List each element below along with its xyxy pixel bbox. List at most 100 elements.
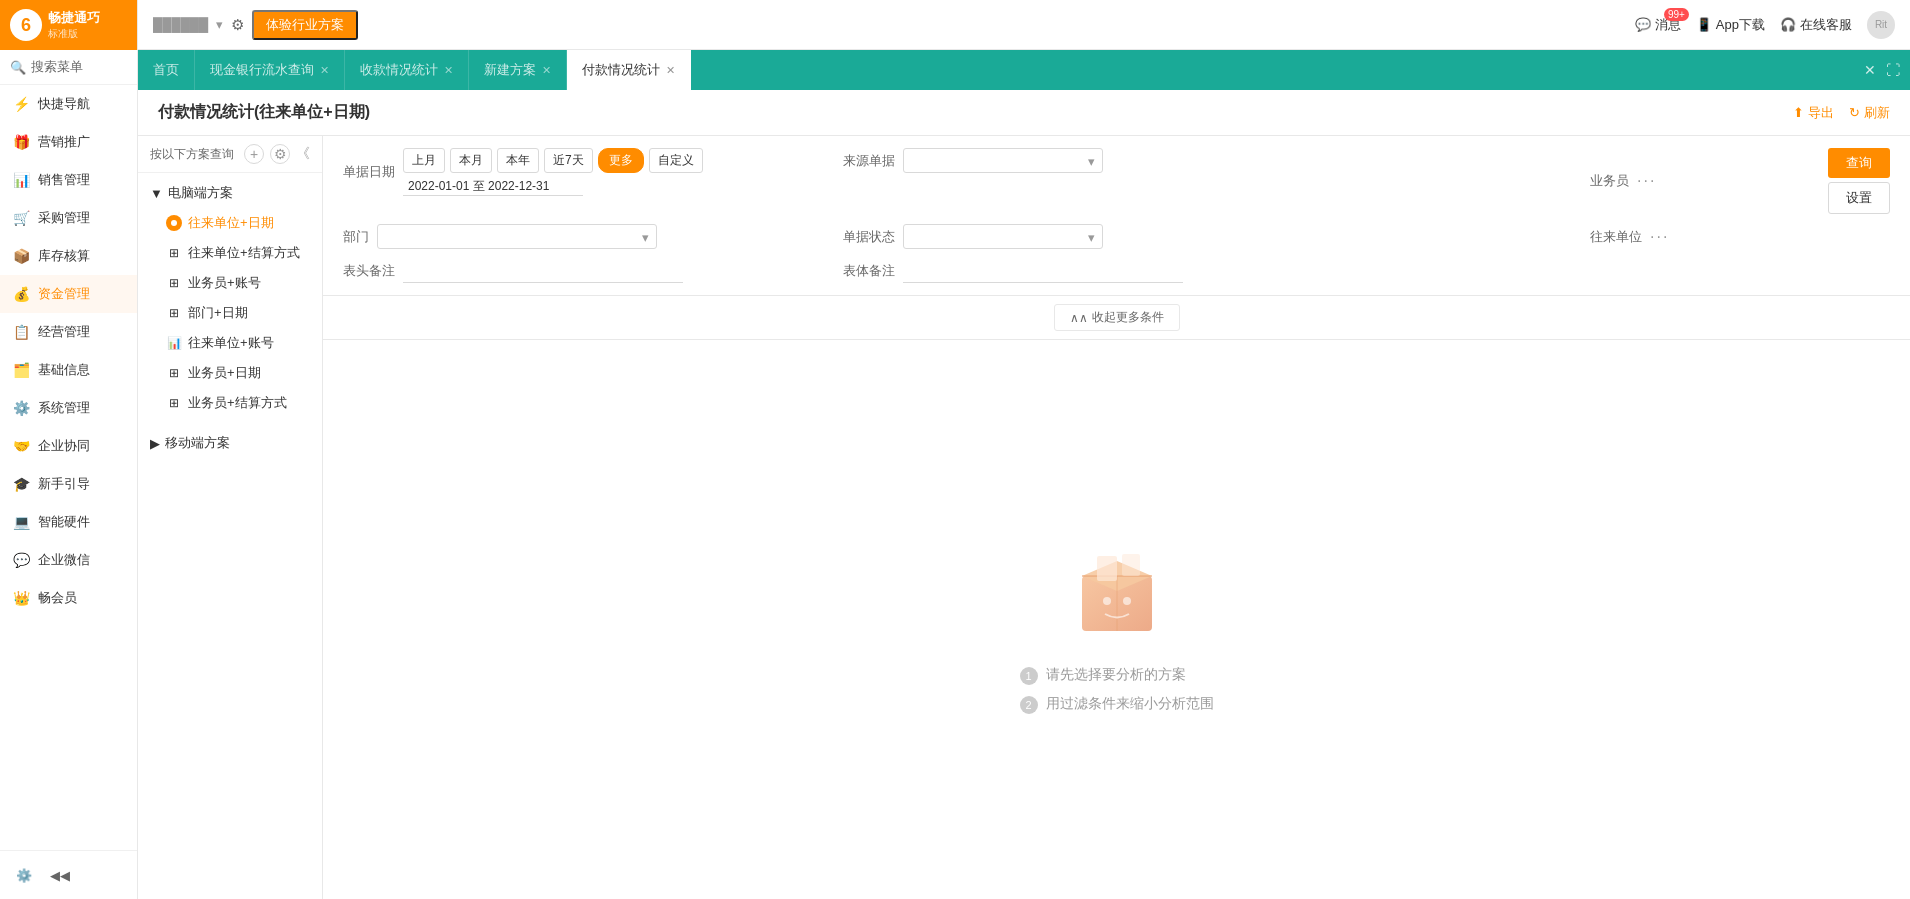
settings-footer-btn[interactable]: ⚙️ — [10, 861, 38, 889]
sidebar-nav: ⚡ 快捷导航 🎁 营销推广 📊 销售管理 🛒 采购管理 📦 库存核算 💰 资金管… — [0, 85, 137, 850]
sidebar-item-label: 新手引导 — [38, 475, 90, 493]
sidebar-footer: ⚙️ ◀◀ — [0, 850, 137, 899]
sidebar-item-operations[interactable]: 📋 经营管理 — [0, 313, 137, 351]
finance-icon: 💰 — [12, 285, 30, 303]
tabs-bar: 首页 现金银行流水查询 ✕ 收款情况统计 ✕ 新建方案 ✕ 付款情况统计 ✕ ✕… — [138, 50, 1910, 90]
tab-new-scheme-close[interactable]: ✕ — [542, 64, 551, 77]
enterprise-icon: 🤝 — [12, 437, 30, 455]
collapse-left-panel-btn[interactable]: 《 — [296, 145, 310, 163]
add-scheme-btn[interactable]: + — [244, 144, 264, 164]
sidebar-item-member[interactable]: 👑 畅会员 — [0, 579, 137, 617]
body-note-input[interactable] — [903, 259, 1183, 283]
trial-btn[interactable]: 体验行业方案 — [252, 10, 358, 40]
sidebar-item-guide[interactable]: 🎓 新手引导 — [0, 465, 137, 503]
tab-receipts-close[interactable]: ✕ — [444, 64, 453, 77]
page-title: 付款情况统计(往来单位+日期) — [158, 102, 370, 123]
scheme-group-mobile-title[interactable]: ▶ 移动端方案 — [138, 428, 322, 458]
tab-payments[interactable]: 付款情况统计 ✕ — [567, 50, 691, 90]
sidebar-item-system[interactable]: ⚙️ 系统管理 — [0, 389, 137, 427]
header-note-input[interactable] — [403, 259, 683, 283]
app-version: 标准版 — [48, 27, 100, 41]
table-icon: ⊞ — [166, 305, 182, 321]
date-btn-this-month[interactable]: 本月 — [450, 148, 492, 173]
sidebar-item-wechat[interactable]: 💬 企业微信 — [0, 541, 137, 579]
collapse-sidebar-btn[interactable]: ◀◀ — [46, 861, 74, 889]
date-btn-row: 上月 本月 本年 近7天 更多 自定义 — [403, 148, 703, 173]
scheme-item-label: 往来单位+日期 — [188, 214, 274, 232]
scheme-item-counterpart-payment[interactable]: ⊞ 往来单位+结算方式 — [138, 238, 322, 268]
group-collapse-icon: ▶ — [150, 436, 160, 451]
tab-cash-flow-label: 现金银行流水查询 — [210, 61, 314, 79]
table-icon: ⊞ — [166, 245, 182, 261]
date-btn-this-year[interactable]: 本年 — [497, 148, 539, 173]
collapse-more-btn[interactable]: ∧∧ 收起更多条件 — [1054, 304, 1180, 331]
scheme-item-salesperson-payment[interactable]: ⊞ 业务员+结算方式 — [138, 388, 322, 418]
tab-cash-flow-close[interactable]: ✕ — [320, 64, 329, 77]
scheme-settings-btn[interactable]: ⚙ — [270, 144, 290, 164]
chart-icon: 📊 — [166, 335, 182, 351]
table-icon: ⊞ — [166, 275, 182, 291]
topbar: ██████ ▾ ⚙ 体验行业方案 💬 消息 99+ 📱 App下载 🎧 在线客… — [138, 0, 1910, 50]
sidebar-item-basic-info[interactable]: 🗂️ 基础信息 — [0, 351, 137, 389]
messages-badge: 99+ — [1664, 8, 1689, 21]
tab-new-scheme[interactable]: 新建方案 ✕ — [469, 50, 567, 90]
empty-state-icon — [1057, 526, 1177, 646]
sidebar-item-label: 营销推广 — [38, 133, 90, 151]
date-btn-last-month[interactable]: 上月 — [403, 148, 445, 173]
date-range-input[interactable] — [403, 177, 583, 196]
scheme-item-salesperson-account[interactable]: ⊞ 业务员+账号 — [138, 268, 322, 298]
sidebar-item-label: 资金管理 — [38, 285, 90, 303]
salesperson-dots[interactable]: ··· — [1637, 172, 1656, 190]
tab-receipts[interactable]: 收款情况统计 ✕ — [345, 50, 469, 90]
scheme-item-salesperson-date[interactable]: ⊞ 业务员+日期 — [138, 358, 322, 388]
export-icon: ⬆ — [1793, 105, 1804, 120]
status-label: 单据状态 — [843, 228, 895, 246]
tab-cash-flow[interactable]: 现金银行流水查询 ✕ — [195, 50, 345, 90]
tab-home[interactable]: 首页 — [138, 50, 195, 90]
tab-expand-btn[interactable]: ⛶ — [1886, 62, 1900, 78]
settings-btn[interactable]: 设置 — [1828, 182, 1890, 214]
dept-filter-group: 部门 — [343, 224, 843, 249]
sidebar-item-label: 企业微信 — [38, 551, 90, 569]
settings-icon[interactable]: ⚙ — [231, 16, 244, 34]
sidebar-item-enterprise[interactable]: 🤝 企业协同 — [0, 427, 137, 465]
export-label: 导出 — [1808, 104, 1834, 122]
dept-select[interactable] — [377, 224, 657, 249]
query-btn[interactable]: 查询 — [1828, 148, 1890, 178]
service-icon: 🎧 — [1780, 17, 1796, 32]
date-btn-more[interactable]: 更多 — [598, 148, 644, 173]
refresh-btn[interactable]: ↻ 刷新 — [1849, 104, 1890, 122]
source-select[interactable] — [903, 148, 1103, 173]
counterpart-dots[interactable]: ··· — [1650, 228, 1669, 246]
left-panel-title: 按以下方案查询 — [150, 146, 234, 163]
search-menu-item[interactable]: 🔍 搜索菜单 — [0, 50, 137, 85]
export-btn[interactable]: ⬆ 导出 — [1793, 104, 1834, 122]
sidebar-item-hardware[interactable]: 💻 智能硬件 — [0, 503, 137, 541]
messages-btn[interactable]: 💬 消息 99+ — [1635, 16, 1681, 34]
sidebar-item-inventory[interactable]: 📦 库存核算 — [0, 237, 137, 275]
tip-text-2: 用过滤条件来缩小分析范围 — [1046, 695, 1214, 713]
scheme-group-desktop-title[interactable]: ▼ 电脑端方案 — [138, 178, 322, 208]
left-panel-header: 按以下方案查询 + ⚙ 《 — [138, 136, 322, 173]
scheme-item-counterpart-account[interactable]: 📊 往来单位+账号 — [138, 328, 322, 358]
online-service-btn[interactable]: 🎧 在线客服 — [1780, 16, 1852, 34]
tab-payments-close[interactable]: ✕ — [666, 64, 675, 77]
sidebar-item-quick-nav[interactable]: ⚡ 快捷导航 — [0, 85, 137, 123]
sidebar-item-purchase[interactable]: 🛒 采购管理 — [0, 199, 137, 237]
scheme-item-dept-date[interactable]: ⊞ 部门+日期 — [138, 298, 322, 328]
table-icon: ⊞ — [166, 395, 182, 411]
date-btn-7days[interactable]: 近7天 — [544, 148, 593, 173]
page-actions: ⬆ 导出 ↻ 刷新 — [1793, 104, 1890, 122]
right-content: 单据日期 上月 本月 本年 近7天 更多 自定义 — [323, 136, 1910, 899]
tab-close-all-btn[interactable]: ✕ — [1864, 62, 1876, 78]
user-avatar[interactable]: Rit — [1867, 11, 1895, 39]
date-btn-custom[interactable]: 自定义 — [649, 148, 703, 173]
sidebar-item-sales[interactable]: 📊 销售管理 — [0, 161, 137, 199]
filter-row-2: 部门 单据状态 — [343, 224, 1890, 249]
app-download-btn[interactable]: 📱 App下载 — [1696, 16, 1765, 34]
status-select[interactable] — [903, 224, 1103, 249]
sidebar-item-finance[interactable]: 💰 资金管理 — [0, 275, 137, 313]
scheme-item-counterpart-date[interactable]: 往来单位+日期 — [138, 208, 322, 238]
sidebar-item-marketing[interactable]: 🎁 营销推广 — [0, 123, 137, 161]
user-dropdown-arrow[interactable]: ▾ — [216, 17, 223, 32]
